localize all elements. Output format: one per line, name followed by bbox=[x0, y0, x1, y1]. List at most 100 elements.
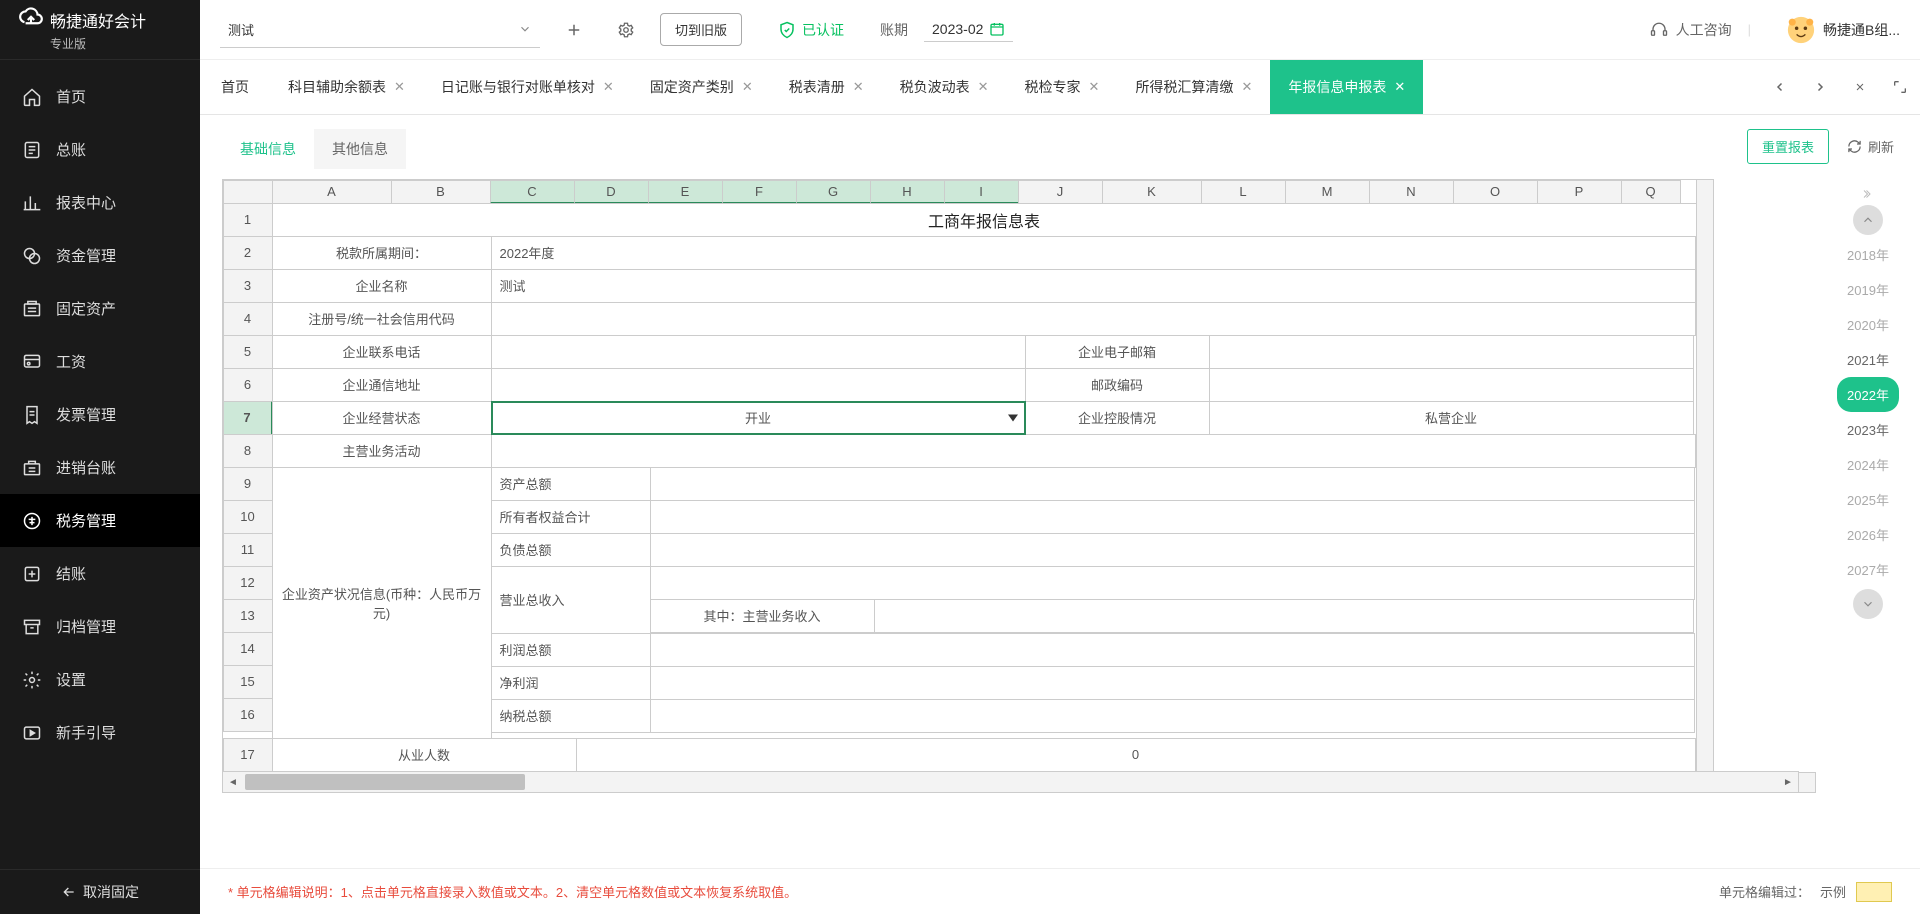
tab-6[interactable]: 所得税汇算清缴✕ bbox=[1117, 60, 1270, 114]
cell[interactable]: 主营业务活动 bbox=[272, 434, 492, 468]
year-down[interactable] bbox=[1853, 589, 1883, 619]
row-header-16[interactable]: 16 bbox=[223, 698, 273, 732]
year-2026年[interactable]: 2026年 bbox=[1837, 517, 1899, 552]
row-header-7[interactable]: 7 bbox=[223, 401, 273, 435]
year-2024年[interactable]: 2024年 bbox=[1837, 447, 1899, 482]
add-button[interactable] bbox=[556, 12, 592, 48]
row-header-12[interactable]: 12 bbox=[223, 566, 273, 600]
scroll-right-icon[interactable]: ► bbox=[1778, 772, 1798, 792]
cell[interactable] bbox=[491, 368, 1026, 402]
row-header-13[interactable]: 13 bbox=[223, 599, 273, 633]
company-dropdown[interactable]: 测试 bbox=[220, 12, 540, 48]
col-header-J[interactable]: J bbox=[1018, 180, 1103, 204]
row-header-5[interactable]: 5 bbox=[223, 335, 273, 369]
tab-2[interactable]: 固定资产类别✕ bbox=[632, 60, 771, 114]
cell[interactable] bbox=[650, 500, 1695, 534]
tab-4[interactable]: 税负波动表✕ bbox=[882, 60, 1007, 114]
tab-1[interactable]: 日记账与银行对账单核对✕ bbox=[423, 60, 632, 114]
tab-7[interactable]: 年报信息申报表✕ bbox=[1270, 60, 1423, 114]
tab-close-icon[interactable]: ✕ bbox=[394, 79, 405, 95]
cell[interactable]: 企业电子邮箱 bbox=[1025, 335, 1210, 369]
row-header-2[interactable]: 2 bbox=[223, 236, 273, 270]
tab-home[interactable]: 首页 bbox=[200, 60, 270, 114]
col-header-O[interactable]: O bbox=[1453, 180, 1538, 204]
col-header-I[interactable]: I bbox=[944, 180, 1019, 204]
sidebar-item-9[interactable]: 结账 bbox=[0, 547, 200, 600]
col-header-Q[interactable]: Q bbox=[1621, 180, 1681, 204]
subtab-basic[interactable]: 基础信息 bbox=[222, 129, 314, 169]
tab-close-icon[interactable]: ✕ bbox=[603, 79, 614, 95]
year-2022年[interactable]: 2022年 bbox=[1837, 377, 1899, 412]
tab-scroll-left[interactable] bbox=[1760, 60, 1800, 114]
cell[interactable]: 0 bbox=[576, 738, 1696, 772]
cell[interactable] bbox=[1209, 368, 1694, 402]
row-header-4[interactable]: 4 bbox=[223, 302, 273, 336]
row-header-3[interactable]: 3 bbox=[223, 269, 273, 303]
switch-old-button[interactable]: 切到旧版 bbox=[660, 13, 742, 46]
col-header-G[interactable]: G bbox=[796, 180, 871, 204]
period-picker[interactable]: 2023-02 bbox=[924, 17, 1013, 42]
cell[interactable]: 企业联系电话 bbox=[272, 335, 492, 369]
year-2020年[interactable]: 2020年 bbox=[1837, 307, 1899, 342]
tab-close-icon[interactable]: ✕ bbox=[1394, 79, 1405, 95]
col-header-B[interactable]: B bbox=[391, 180, 491, 204]
cell[interactable] bbox=[491, 335, 1026, 369]
cell[interactable] bbox=[650, 533, 1695, 567]
year-2018年[interactable]: 2018年 bbox=[1837, 237, 1899, 272]
tab-close-icon[interactable]: ✕ bbox=[853, 79, 864, 95]
col-header-A[interactable]: A bbox=[272, 180, 392, 204]
cell[interactable] bbox=[874, 599, 1694, 633]
cell[interactable]: 净利润 bbox=[491, 666, 651, 700]
sidebar-item-5[interactable]: 工资 bbox=[0, 335, 200, 388]
row-header-1[interactable]: 1 bbox=[223, 203, 273, 237]
vertical-scrollbar[interactable] bbox=[1696, 179, 1714, 772]
tab-close-icon[interactable]: ✕ bbox=[978, 79, 989, 95]
year-2021年[interactable]: 2021年 bbox=[1837, 342, 1899, 377]
tab-3[interactable]: 税表清册✕ bbox=[771, 60, 882, 114]
horizontal-scrollbar[interactable]: ◄ ► bbox=[222, 771, 1799, 793]
sidebar-item-12[interactable]: 新手引导 bbox=[0, 706, 200, 759]
reset-report-button[interactable]: 重置报表 bbox=[1747, 129, 1829, 164]
year-2023年[interactable]: 2023年 bbox=[1837, 412, 1899, 447]
col-header-N[interactable]: N bbox=[1369, 180, 1454, 204]
row-header-8[interactable]: 8 bbox=[223, 434, 273, 468]
col-header-C[interactable]: C bbox=[490, 180, 575, 204]
col-header-M[interactable]: M bbox=[1285, 180, 1370, 204]
cell[interactable] bbox=[650, 666, 1695, 700]
cell[interactable]: 从业人数 bbox=[272, 738, 577, 772]
refresh-button[interactable]: 刷新 bbox=[1847, 137, 1894, 156]
sidebar-item-2[interactable]: 报表中心 bbox=[0, 176, 200, 229]
tab-0[interactable]: 科目辅助余额表✕ bbox=[270, 60, 423, 114]
unpin-button[interactable]: 取消固定 bbox=[0, 869, 200, 914]
sidebar-item-8[interactable]: 税务管理 bbox=[0, 494, 200, 547]
cell[interactable]: 注册号/统一社会信用代码 bbox=[272, 302, 492, 336]
row-header-10[interactable]: 10 bbox=[223, 500, 273, 534]
col-header-P[interactable]: P bbox=[1537, 180, 1622, 204]
cell[interactable]: 纳税总额 bbox=[491, 699, 651, 733]
cell[interactable] bbox=[491, 434, 1696, 468]
sidebar-item-10[interactable]: 归档管理 bbox=[0, 600, 200, 653]
row-header-17[interactable]: 17 bbox=[223, 738, 273, 772]
row-header-9[interactable]: 9 bbox=[223, 467, 273, 501]
scroll-left-icon[interactable]: ◄ bbox=[223, 772, 243, 792]
year-up[interactable] bbox=[1853, 205, 1883, 235]
sidebar-item-3[interactable]: 资金管理 bbox=[0, 229, 200, 282]
cell[interactable] bbox=[650, 699, 1695, 733]
row-header-15[interactable]: 15 bbox=[223, 665, 273, 699]
cell[interactable]: 2022年度 bbox=[491, 236, 1696, 270]
tab-5[interactable]: 税检专家✕ bbox=[1007, 60, 1118, 114]
cell[interactable]: 营业总收入 bbox=[491, 566, 651, 634]
col-header-H[interactable]: H bbox=[870, 180, 945, 204]
user-menu[interactable]: 畅捷通B组... bbox=[1787, 16, 1900, 44]
cell[interactable]: 工商年报信息表 bbox=[272, 203, 1697, 237]
cell[interactable]: 企业经营状态 bbox=[272, 401, 492, 435]
year-2019年[interactable]: 2019年 bbox=[1837, 272, 1899, 307]
sidebar-item-11[interactable]: 设置 bbox=[0, 653, 200, 706]
col-header-L[interactable]: L bbox=[1201, 180, 1286, 204]
cell[interactable]: 邮政编码 bbox=[1025, 368, 1210, 402]
spreadsheet[interactable]: ABCDEFGHIJKLMNOPQ1工商年报信息表2税款所属期间：2022年度3… bbox=[222, 179, 1697, 772]
cell[interactable] bbox=[650, 566, 1695, 600]
cell[interactable]: 负债总额 bbox=[491, 533, 651, 567]
tab-close-all[interactable] bbox=[1840, 60, 1880, 114]
col-header-D[interactable]: D bbox=[574, 180, 649, 204]
